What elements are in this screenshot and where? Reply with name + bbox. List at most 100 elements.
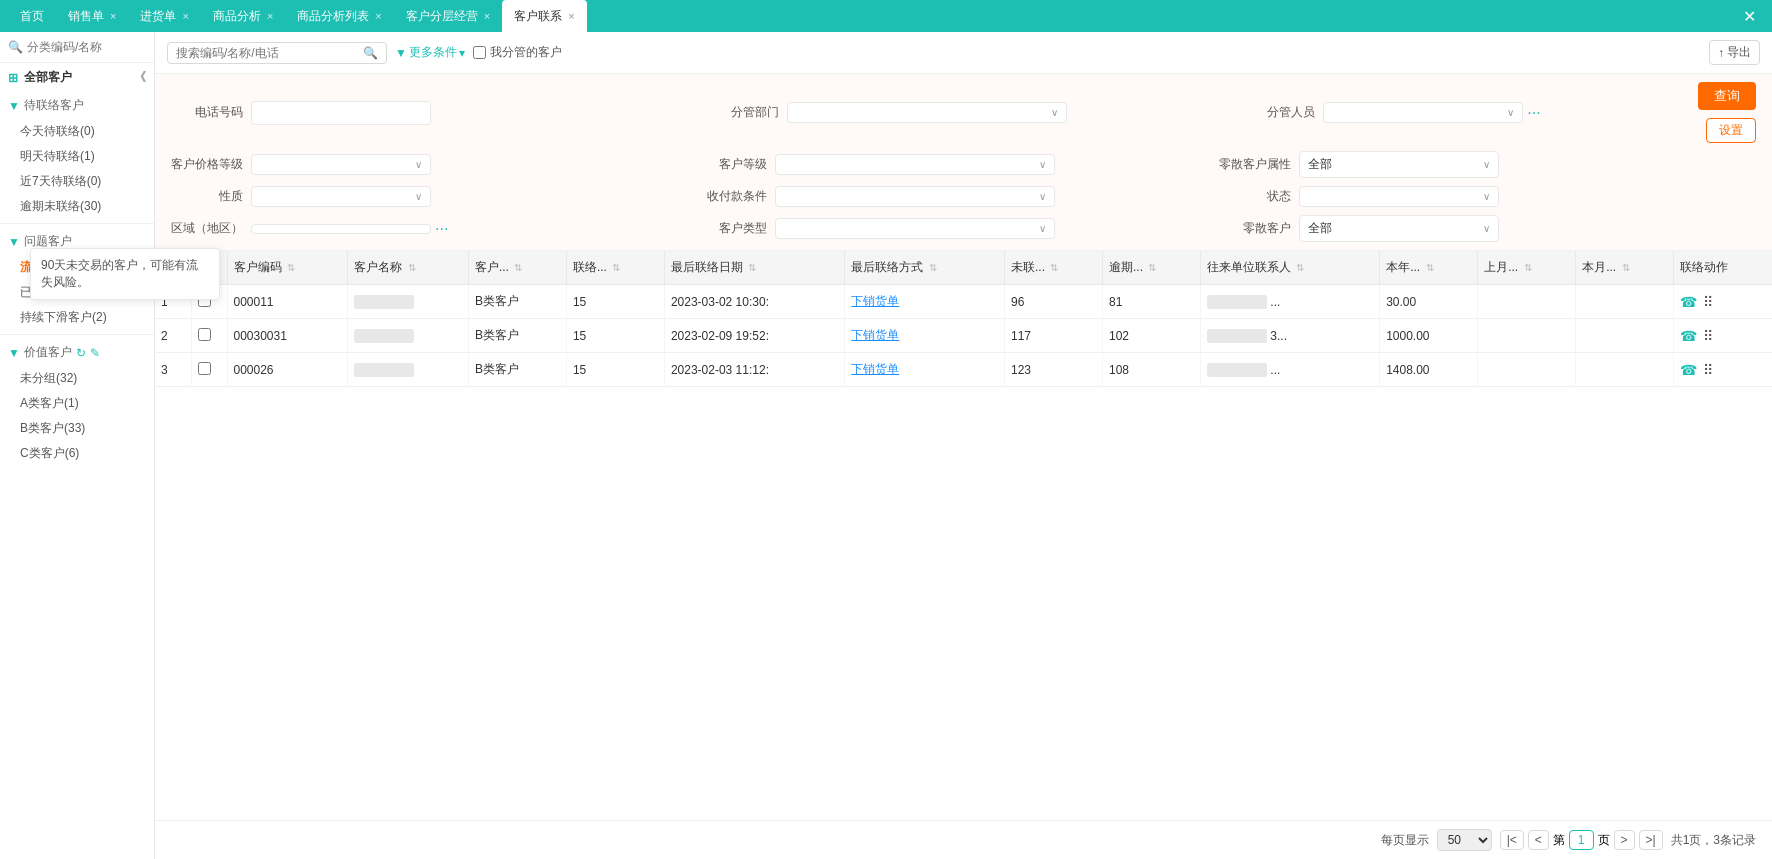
retail-attr-select[interactable]: 全部 ∨ (1299, 151, 1499, 178)
row-this-month (1576, 353, 1674, 387)
row-year-amount: 1408.00 (1380, 353, 1478, 387)
tab-purchase[interactable]: 进货单 × (128, 0, 200, 32)
action-contact-icon[interactable]: ☎ (1680, 328, 1697, 344)
sidebar-item-tomorrow[interactable]: 明天待联络(1) (0, 144, 154, 169)
row-last-method[interactable]: 下销货单 (845, 285, 1005, 319)
sidebar-item-ungrouped[interactable]: 未分组(32) (0, 366, 154, 391)
tab-analysis-list[interactable]: 商品分析列表 × (285, 0, 393, 32)
row-actions[interactable]: ☎⠿ (1674, 353, 1772, 387)
filter-search-input[interactable] (176, 46, 363, 60)
status-select[interactable]: ∨ (1299, 186, 1499, 207)
sidebar-item-7days[interactable]: 近7天待联络(0) (0, 169, 154, 194)
tab-customer-tier-close[interactable]: × (484, 10, 490, 22)
chevron-down-icon5: ∨ (1483, 159, 1490, 170)
first-page-button[interactable]: |< (1500, 830, 1524, 850)
sort-icon-last-month[interactable]: ⇅ (1524, 262, 1532, 273)
group-value-title[interactable]: ▼ 价值客户 ↻ ✎ (0, 339, 154, 366)
row-last-method[interactable]: 下销货单 (845, 319, 1005, 353)
sidebar-item-class-c[interactable]: C类客户(6) (0, 441, 154, 466)
page-label: 第 (1553, 832, 1565, 849)
row-index: 2 (155, 319, 191, 353)
content-area: 🔍 ▼ 更多条件 ▾ 我分管的客户 ↑ 导出 电话号码 (155, 32, 1772, 859)
sidebar-search-input[interactable] (27, 40, 146, 54)
tab-home[interactable]: 首页 (8, 0, 56, 32)
my-customers-checkbox-area[interactable]: 我分管的客户 (473, 44, 562, 61)
prev-page-button[interactable]: < (1528, 830, 1549, 850)
payment-select[interactable]: ∨ (775, 186, 1055, 207)
action-contact-icon[interactable]: ☎ (1680, 362, 1697, 378)
row-last-method[interactable]: 下销货单 (845, 353, 1005, 387)
row-checkbox[interactable] (191, 353, 227, 387)
nature-select[interactable]: ∨ (251, 186, 431, 207)
tab-customer-contact-close[interactable]: × (568, 10, 574, 22)
row-actions[interactable]: ☎⠿ (1674, 319, 1772, 353)
retail-attr-label: 零散客户属性 (1219, 156, 1299, 173)
tab-analysis-list-close[interactable]: × (375, 10, 381, 22)
sidebar-item-class-a[interactable]: A类客户(1) (0, 391, 154, 416)
sort-icon-method[interactable]: ⇅ (929, 262, 937, 273)
row-code: 00030031 (227, 319, 348, 353)
refresh-icon[interactable]: ↻ (76, 346, 86, 360)
tab-customer-contact[interactable]: 客户联系 × (502, 0, 586, 32)
filter-search-button[interactable]: 🔍 (363, 46, 378, 60)
sort-icon-overdue[interactable]: ⇅ (1148, 262, 1156, 273)
sort-icon-this-month[interactable]: ⇅ (1622, 262, 1630, 273)
tab-sales[interactable]: 销售单 × (56, 0, 128, 32)
sort-icon-person[interactable]: ⇅ (1296, 262, 1304, 273)
row-checkbox[interactable] (191, 319, 227, 353)
last-page-button[interactable]: >| (1639, 830, 1663, 850)
all-customers-header[interactable]: ⊞ 全部客户 《 (0, 63, 154, 92)
collapse-icon[interactable]: 《 (134, 69, 146, 86)
export-button[interactable]: ↑ 导出 (1709, 40, 1760, 65)
dept-label: 分管部门 (707, 104, 787, 121)
window-close-button[interactable]: ✕ (1735, 7, 1764, 26)
sidebar-item-declining[interactable]: 持续下滑客户(2) (0, 305, 154, 330)
tab-analysis[interactable]: 商品分析 × (201, 0, 285, 32)
more-dots-1[interactable]: ··· (1523, 104, 1544, 122)
tab-analysis-close[interactable]: × (267, 10, 273, 22)
tab-customer-tier[interactable]: 客户分层经营 × (394, 0, 502, 32)
query-button[interactable]: 查询 (1698, 82, 1756, 110)
sidebar-item-today[interactable]: 今天待联络(0) (0, 119, 154, 144)
sort-icon-name[interactable]: ⇅ (408, 262, 416, 273)
sort-icon-type[interactable]: ⇅ (514, 262, 522, 273)
payment-label: 收付款条件 (695, 188, 775, 205)
sort-icon-year[interactable]: ⇅ (1426, 262, 1434, 273)
dept-select[interactable]: ∨ (787, 102, 1067, 123)
row-contact-person: 3... (1200, 319, 1379, 353)
sidebar-search-icon: 🔍 (8, 40, 23, 54)
settings-button[interactable]: 设置 (1706, 118, 1756, 143)
row-overdue: 108 (1102, 353, 1200, 387)
tab-purchase-close[interactable]: × (182, 10, 188, 22)
row-code: 000026 (227, 353, 348, 387)
phone-input[interactable] (251, 101, 431, 125)
sidebar-item-class-b[interactable]: B类客户(33) (0, 416, 154, 441)
my-customers-checkbox[interactable] (473, 46, 486, 59)
price-tier-select[interactable]: ∨ (251, 154, 431, 175)
retail-customer-select[interactable]: 全部 ∨ (1299, 215, 1499, 242)
more-dots-2[interactable]: ··· (431, 220, 452, 238)
group-pending-title[interactable]: ▼ 待联络客户 (0, 92, 154, 119)
next-page-button[interactable]: > (1614, 830, 1635, 850)
action-more-icon[interactable]: ⠿ (1703, 294, 1713, 310)
col-last-date: 最后联络日期 ⇅ (664, 251, 844, 285)
per-page-select[interactable]: 50 100 (1437, 829, 1492, 851)
region-select[interactable] (251, 224, 431, 234)
row-uncontacted: 117 (1004, 319, 1102, 353)
row-contact-count: 15 (566, 319, 664, 353)
manager-select[interactable]: ∨ (1323, 102, 1523, 123)
sort-icon-contact[interactable]: ⇅ (612, 262, 620, 273)
customer-type-select[interactable]: ∨ (775, 218, 1055, 239)
edit-icon[interactable]: ✎ (90, 346, 100, 360)
action-more-icon[interactable]: ⠿ (1703, 362, 1713, 378)
tab-sales-close[interactable]: × (110, 10, 116, 22)
sidebar-item-overdue[interactable]: 逾期未联络(30) (0, 194, 154, 219)
row-actions[interactable]: ☎⠿ (1674, 285, 1772, 319)
level-select[interactable]: ∨ (775, 154, 1055, 175)
more-conditions-button[interactable]: ▼ 更多条件 ▾ (395, 44, 465, 61)
sort-icon-code[interactable]: ⇅ (287, 262, 295, 273)
sort-icon-uncontacted[interactable]: ⇅ (1050, 262, 1058, 273)
action-more-icon[interactable]: ⠿ (1703, 328, 1713, 344)
sort-icon-date[interactable]: ⇅ (748, 262, 756, 273)
action-contact-icon[interactable]: ☎ (1680, 294, 1697, 310)
